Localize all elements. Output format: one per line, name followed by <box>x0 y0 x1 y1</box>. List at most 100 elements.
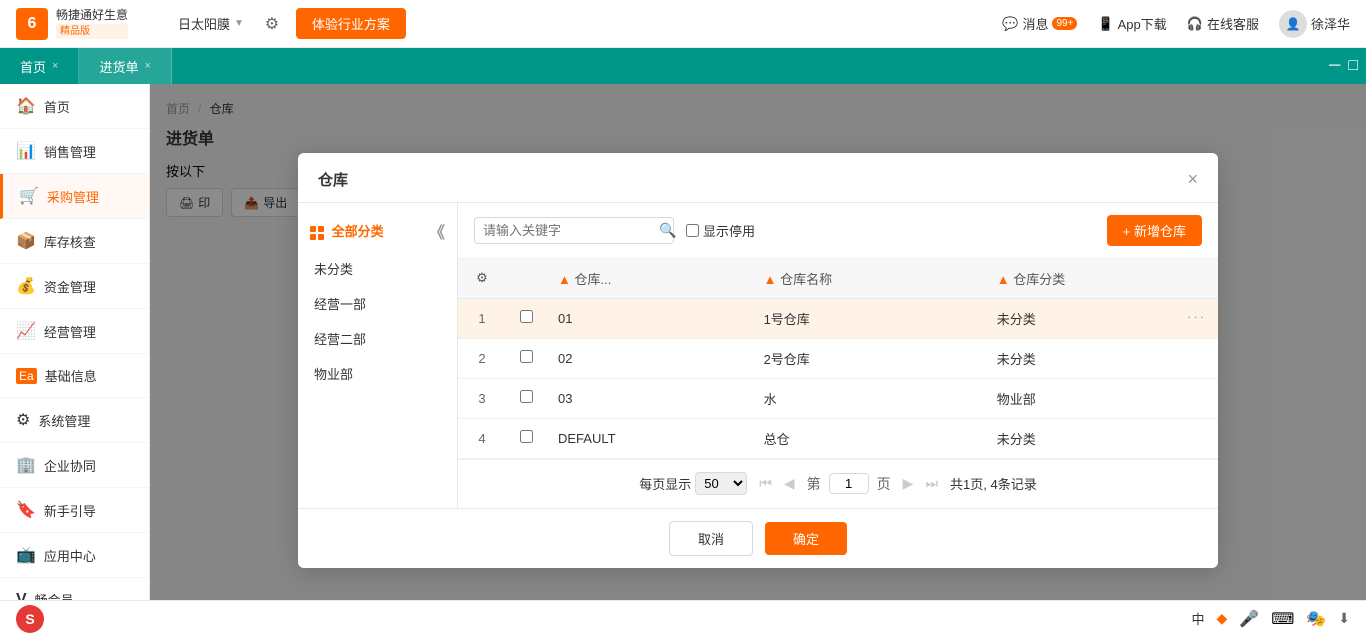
phone-icon: 📱 <box>1097 16 1113 32</box>
tab-purchase[interactable]: 进货单 × <box>79 48 171 84</box>
table-body: 1 01 1号仓库 未分类 ··· <box>458 298 1218 458</box>
online-service-button[interactable]: 🎧 在线客服 <box>1187 14 1259 33</box>
modal-toolbar: 🔍 显示停用 + 新增仓库 <box>458 203 1218 259</box>
total-records-label: 共1页, 4条记录 <box>950 474 1037 493</box>
row1-name: 1号仓库 <box>752 298 985 338</box>
col-category[interactable]: ▲ 仓库分类 <box>985 259 1218 299</box>
microphone-icon[interactable]: 🎤 <box>1239 609 1259 629</box>
sidebar-item-app-center[interactable]: 📺 应用中心 <box>0 533 149 578</box>
col-checkbox <box>506 259 546 299</box>
category-item-property[interactable]: 物业部 <box>298 356 457 391</box>
search-icon[interactable]: 🔍 <box>659 222 676 239</box>
tab-purchase-close-icon[interactable]: × <box>144 60 150 72</box>
sort-name-icon: ▲ <box>764 272 777 287</box>
sidebar-item-operations[interactable]: 📈 经营管理 <box>0 309 149 354</box>
diamond-icon[interactable]: ◆ <box>1217 610 1228 627</box>
keyboard-icon[interactable]: ⌨ <box>1271 609 1294 629</box>
confirm-button[interactable]: 确定 <box>765 522 847 555</box>
minimize-icon[interactable]: ─ <box>1329 57 1340 75</box>
settings-gear-button[interactable]: ⚙ <box>256 8 288 40</box>
category-item-unclassified[interactable]: 未分类 <box>298 251 457 286</box>
row2-code: 02 <box>546 338 752 378</box>
messages-button[interactable]: 💬 消息 99+ <box>1002 14 1077 33</box>
cancel-button[interactable]: 取消 <box>669 521 753 556</box>
sidebar-item-finance[interactable]: 💰 资金管理 <box>0 264 149 309</box>
row4-checkbox[interactable] <box>506 418 546 458</box>
modal-overlay: 仓库 × <box>150 84 1366 636</box>
app-download-button[interactable]: 📱 App下载 <box>1097 14 1166 33</box>
col-settings: ⚙ <box>458 259 506 299</box>
headphone-icon: 🎧 <box>1187 16 1203 32</box>
sidebar-item-home[interactable]: 🏠 首页 <box>0 84 149 129</box>
row2-checkbox[interactable] <box>506 338 546 378</box>
category-collapse-button[interactable]: 《 <box>429 219 445 243</box>
table-settings-icon: ⚙ <box>476 270 488 285</box>
sidebar-item-basic-info[interactable]: Ea 基础信息 <box>0 354 149 398</box>
row3-name: 水 <box>752 378 985 418</box>
row1-actions[interactable]: ··· <box>1187 309 1206 324</box>
category-item-dept1[interactable]: 经营一部 <box>298 286 457 321</box>
trial-industry-button[interactable]: 体验行业方案 <box>296 8 406 39</box>
inventory-icon: 📦 <box>16 231 36 251</box>
table-row[interactable]: 4 DEFAULT 总仓 未分类 <box>458 418 1218 458</box>
row3-category: 物业部 <box>985 378 1218 418</box>
table-row[interactable]: 3 03 水 物业部 <box>458 378 1218 418</box>
row3-index: 3 <box>458 378 506 418</box>
search-input[interactable] <box>483 223 659 238</box>
row3-code: 03 <box>546 378 752 418</box>
sidebar-item-enterprise[interactable]: 🏢 企业协同 <box>0 443 149 488</box>
message-badge: 99+ <box>1052 17 1077 30</box>
row4-name: 总仓 <box>752 418 985 458</box>
table-row[interactable]: 2 02 2号仓库 未分类 <box>458 338 1218 378</box>
basic-info-icon: Ea <box>16 368 37 384</box>
s-brand-logo: S <box>16 605 44 633</box>
modal-body: 全部分类 《 未分类 经营一部 经营二部 物业部 <box>298 203 1218 508</box>
table-row[interactable]: 1 01 1号仓库 未分类 ··· <box>458 298 1218 338</box>
tab-home[interactable]: 首页 × <box>0 48 79 84</box>
modal-title: 仓库 <box>318 169 348 190</box>
row1-checkbox[interactable] <box>506 298 546 338</box>
category-item-dept2[interactable]: 经营二部 <box>298 321 457 356</box>
row1-code: 01 <box>546 298 752 338</box>
col-name[interactable]: ▲ 仓库名称 <box>752 259 985 299</box>
table-header-row: ⚙ ▲ 仓库... ▲ <box>458 259 1218 299</box>
store-selector[interactable]: 日太阳膜 ▼ <box>166 14 256 33</box>
page-size-select[interactable]: 50 10 20 100 <box>695 472 747 495</box>
sidebar-item-purchase[interactable]: 🛒 采购管理 <box>0 174 149 219</box>
show-disabled-checkbox-label[interactable]: 显示停用 <box>686 221 755 240</box>
tab-home-close-icon[interactable]: × <box>52 60 58 72</box>
nav-tabs-right-controls: ─ □ <box>1321 48 1366 84</box>
home-icon: 🏠 <box>16 96 36 116</box>
row3-checkbox[interactable] <box>506 378 546 418</box>
sidebar-item-inventory[interactable]: 📦 库存核查 <box>0 219 149 264</box>
sidebar-item-system[interactable]: ⚙ 系统管理 <box>0 398 149 443</box>
modal-footer: 取消 确定 <box>298 508 1218 568</box>
prev-page-button[interactable]: ◀ <box>780 473 799 494</box>
sidebar-item-guide[interactable]: 🔖 新手引导 <box>0 488 149 533</box>
warehouse-search-box[interactable]: 🔍 <box>474 217 674 244</box>
modal-pagination: 每页显示 50 10 20 100 ⏮ ◀ <box>458 459 1218 508</box>
sidebar-item-sales[interactable]: 📊 销售管理 <box>0 129 149 174</box>
first-page-button[interactable]: ⏮ <box>755 473 776 494</box>
page-number-input[interactable] <box>829 473 869 494</box>
zh-input-icon[interactable]: 中 <box>1192 609 1205 628</box>
top-header: 6 畅捷通好生意 精品版 日太阳膜 ▼ ⚙ 体验行业方案 💬 消息 99+ 📱 … <box>0 0 1366 48</box>
col-code[interactable]: ▲ 仓库... <box>546 259 752 299</box>
operations-icon: 📈 <box>16 321 36 341</box>
all-category-header[interactable]: 全部分类 《 <box>298 211 457 251</box>
new-warehouse-button[interactable]: + 新增仓库 <box>1107 215 1202 246</box>
modal-header: 仓库 × <box>298 153 1218 203</box>
show-disabled-checkbox[interactable] <box>686 224 699 237</box>
logo-area: 6 畅捷通好生意 精品版 <box>16 8 166 40</box>
row2-name: 2号仓库 <box>752 338 985 378</box>
page-size-selector: 每页显示 50 10 20 100 <box>639 472 747 495</box>
user-profile-button[interactable]: 👤 徐泽华 <box>1279 10 1350 38</box>
app-name: 畅捷通好生意 精品版 <box>56 8 128 39</box>
maximize-icon[interactable]: □ <box>1348 57 1358 75</box>
next-page-button[interactable]: ▶ <box>899 473 918 494</box>
theater-icon[interactable]: 🎭 <box>1306 609 1326 629</box>
modal-close-button[interactable]: × <box>1187 170 1198 188</box>
download-icon[interactable]: ⬇ <box>1338 610 1350 627</box>
store-dropdown-arrow: ▼ <box>234 18 244 29</box>
last-page-button[interactable]: ⏭ <box>921 473 942 494</box>
